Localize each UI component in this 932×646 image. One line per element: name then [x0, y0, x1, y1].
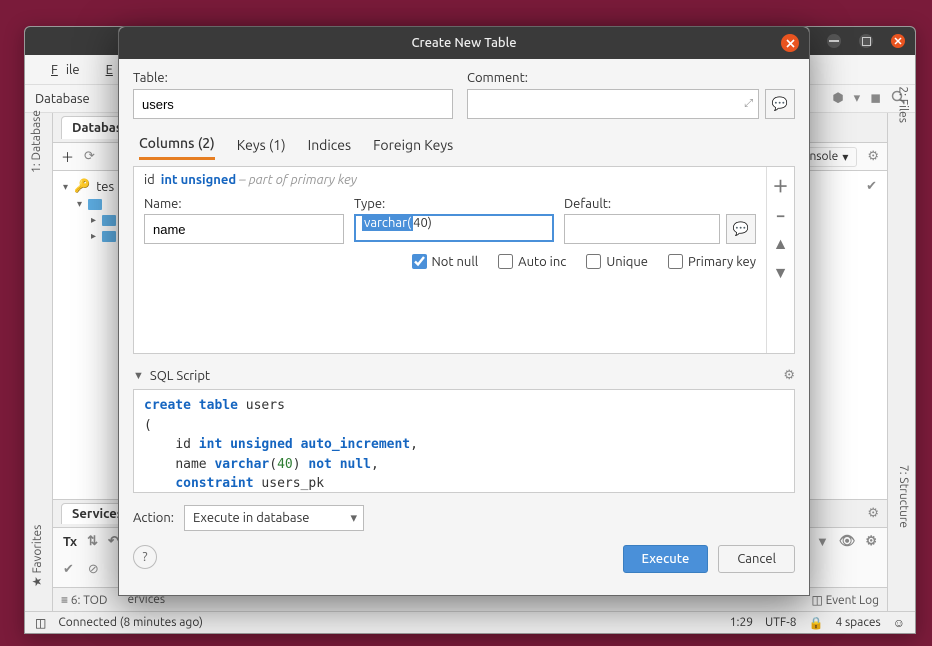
folder-icon — [102, 215, 116, 226]
status-icon: ◫ — [35, 616, 46, 630]
sql-section-label: SQL Script — [150, 369, 210, 383]
folder-icon — [102, 231, 116, 242]
col-type-input[interactable]: varchar(40) — [354, 214, 554, 242]
action-dropdown[interactable]: Execute in database — [184, 505, 364, 531]
primarykey-checkbox[interactable]: Primary key — [668, 254, 756, 269]
stop-icon[interactable]: ◼ — [870, 91, 881, 106]
unique-checkbox[interactable]: Unique — [586, 254, 648, 269]
col-default-input[interactable] — [564, 214, 720, 244]
right-gutter: 2: Files 7: Structure — [887, 113, 915, 611]
col-name-label: Name: — [144, 197, 344, 211]
action-label: Action: — [133, 511, 174, 525]
status-encoding[interactable]: UTF-8 — [765, 616, 796, 629]
right-tab-files[interactable]: 2: Files — [897, 86, 910, 123]
existing-column-row[interactable]: id int unsigned – part of primary key — [134, 167, 794, 193]
tx-label: Tx — [63, 535, 77, 549]
remove-column-button[interactable]: − — [776, 207, 785, 225]
add-column-button[interactable]: ＋ — [772, 173, 788, 197]
filter-icon[interactable]: ▼ — [816, 534, 829, 549]
tab-keys[interactable]: Keys (1) — [237, 137, 286, 159]
gear-icon[interactable]: ⚙ — [783, 368, 795, 383]
comment-extra-button[interactable]: 💬 — [765, 89, 795, 119]
cancel-button[interactable]: Cancel — [718, 545, 795, 573]
execute-button[interactable]: Execute — [623, 545, 709, 573]
default-extra-button[interactable]: 💬 — [726, 214, 756, 244]
status-connected: Connected (8 minutes ago) — [58, 616, 203, 629]
move-down-button[interactable]: ▼ — [773, 264, 789, 283]
lock-icon[interactable]: 🔒 — [808, 616, 823, 630]
comment-input[interactable] — [467, 89, 759, 119]
status-caret-pos[interactable]: 1:29 — [730, 616, 753, 629]
col-type-label: Type: — [354, 197, 554, 211]
expand-icon[interactable]: ▾ — [63, 181, 68, 193]
help-button[interactable]: ? — [133, 545, 157, 569]
status-indent[interactable]: 4 spaces — [835, 616, 880, 629]
bottom-tab-todo[interactable]: ≡ 6: TOD — [61, 593, 107, 607]
close-icon[interactable] — [781, 34, 799, 52]
commit-icon[interactable]: ⇅ — [87, 534, 98, 549]
right-tab-structure[interactable]: 7: Structure — [897, 465, 910, 528]
dialog-title: Create New Table — [411, 36, 516, 50]
sql-preview[interactable]: create table users ( id int unsigned aut… — [133, 389, 795, 493]
eye-icon[interactable]: 👁 — [839, 534, 856, 549]
check-icon[interactable]: ✔ — [63, 562, 74, 577]
expand-icon[interactable]: ▾ — [77, 198, 82, 210]
left-tab-favorites[interactable]: ★ Favorites — [30, 525, 44, 587]
move-up-button[interactable]: ▲ — [773, 235, 789, 254]
add-icon[interactable]: ＋ — [61, 147, 74, 166]
gear-icon[interactable]: ⚙ — [867, 506, 879, 521]
left-gutter: 1: Database ★ Favorites — [25, 113, 53, 611]
run-dropdown-icon[interactable]: ▾ — [854, 91, 861, 106]
expand-icon[interactable]: ⤢ — [744, 98, 753, 111]
tab-indices[interactable]: Indices — [308, 137, 351, 159]
breadcrumb-database[interactable]: Database — [35, 92, 90, 106]
tab-columns[interactable]: Columns (2) — [139, 135, 215, 160]
dialog-tabs: Columns (2) Keys (1) Indices Foreign Key… — [139, 135, 795, 160]
comment-label: Comment: — [467, 71, 795, 85]
build-icon[interactable]: ⬢ — [832, 91, 843, 106]
refresh-icon[interactable]: ⟳ — [84, 149, 95, 164]
dialog-titlebar: Create New Table — [119, 27, 809, 59]
status-smile-icon[interactable]: ☺ — [893, 616, 905, 630]
left-tab-database[interactable]: 1: Database — [30, 110, 43, 173]
chevron-down-icon[interactable]: ▼ — [133, 370, 144, 382]
col-name-input[interactable] — [144, 214, 344, 244]
col-default-label: Default: — [564, 197, 756, 211]
expand-icon[interactable]: ▸ — [91, 214, 96, 226]
checkmark-icon: ✔ — [866, 179, 877, 194]
bottom-tab-eventlog[interactable]: ◫ Event Log — [812, 593, 879, 607]
cancel-icon[interactable]: ⊘ — [88, 562, 99, 577]
gear-icon[interactable]: ⚙ — [867, 149, 879, 164]
table-label: Table: — [133, 71, 453, 85]
tab-foreign-keys[interactable]: Foreign Keys — [373, 137, 453, 159]
maximize-icon[interactable] — [859, 34, 873, 48]
folder-icon — [88, 199, 102, 210]
gear-icon[interactable]: ⚙ — [865, 534, 877, 549]
statusbar: ◫ Connected (8 minutes ago) 1:29 UTF-8 🔒… — [25, 611, 915, 633]
columns-panel: ＋ − ▲ ▼ id int unsigned – part of primar… — [133, 166, 795, 354]
close-icon[interactable] — [891, 34, 905, 48]
create-table-dialog: Create New Table Table: Comment: ⤢ 💬 — [118, 26, 810, 596]
autoinc-checkbox[interactable]: Auto inc — [498, 254, 566, 269]
minimize-icon[interactable] — [827, 34, 841, 48]
notnull-checkbox[interactable]: Not null — [412, 254, 479, 269]
expand-icon[interactable]: ▸ — [91, 230, 96, 242]
table-name-input[interactable] — [133, 89, 453, 119]
menu-file[interactable]: FFileile — [35, 59, 88, 81]
tree-node-test[interactable]: tes — [96, 180, 114, 194]
